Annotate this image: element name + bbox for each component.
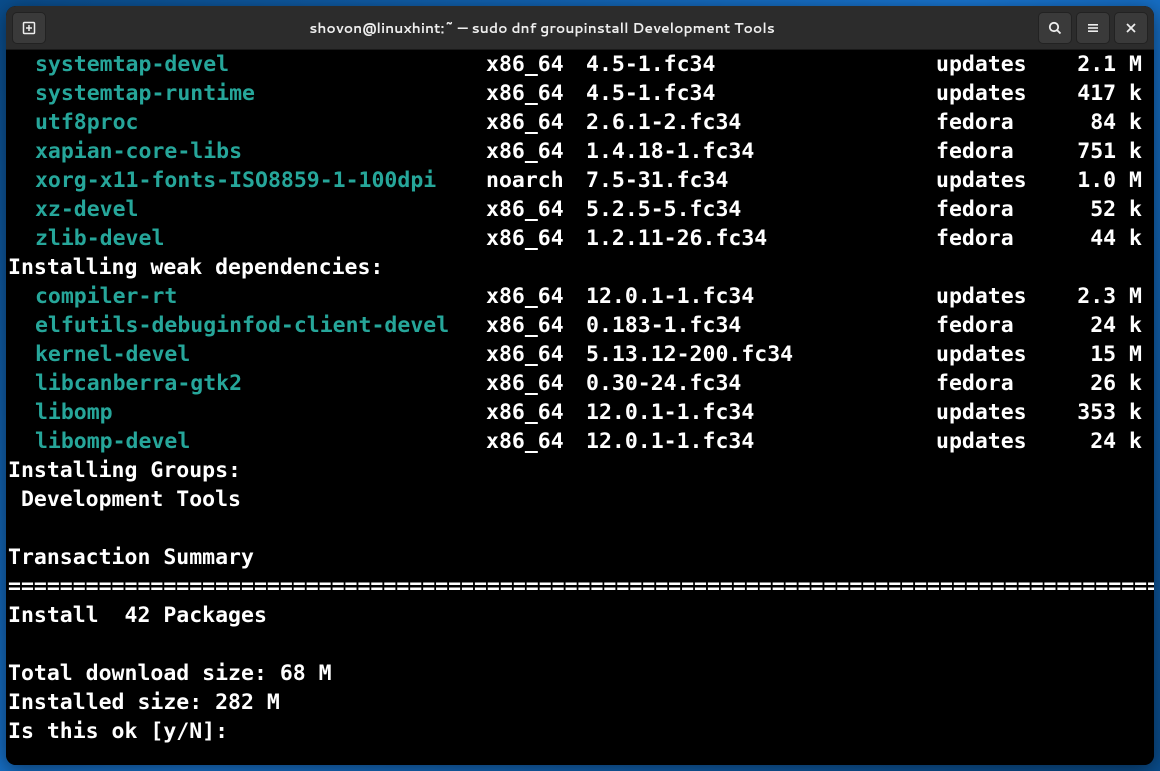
package-arch: x86_64 (486, 427, 586, 456)
package-arch: x86_64 (486, 79, 586, 108)
package-repo: updates (936, 427, 1046, 456)
package-repo: fedora (936, 137, 1046, 166)
package-repo: fedora (936, 108, 1046, 137)
package-name: compiler-rt (8, 282, 486, 311)
package-arch: x86_64 (486, 137, 586, 166)
package-version: 7.5-31.fc34 (586, 166, 936, 195)
package-repo: updates (936, 398, 1046, 427)
package-version: 4.5-1.fc34 (586, 79, 936, 108)
package-arch: x86_64 (486, 398, 586, 427)
terminal-content[interactable]: systemtap-develx86_644.5-1.fc34updates2.… (6, 50, 1154, 765)
package-version: 5.13.12-200.fc34 (586, 340, 936, 369)
package-repo: updates (936, 282, 1046, 311)
group-name: Development Tools (8, 485, 1154, 514)
package-repo: updates (936, 166, 1046, 195)
package-row: xorg-x11-fonts-ISO8859-1-100dpinoarch7.5… (8, 166, 1154, 195)
package-row: compiler-rtx86_6412.0.1-1.fc34updates2.3… (8, 282, 1154, 311)
package-row: systemtap-runtimex86_644.5-1.fc34updates… (8, 79, 1154, 108)
package-size: 26 k (1046, 369, 1154, 398)
download-size: Total download size: 68 M (8, 659, 1154, 688)
package-version: 4.5-1.fc34 (586, 50, 936, 79)
package-version: 12.0.1-1.fc34 (586, 427, 936, 456)
blank-line (8, 630, 1154, 659)
package-size: 24 k (1046, 311, 1154, 340)
package-row: elfutils-debuginfod-client-develx86_640.… (8, 311, 1154, 340)
package-size: 751 k (1046, 137, 1154, 166)
installed-size: Installed size: 282 M (8, 688, 1154, 717)
package-name: elfutils-debuginfod-client-devel (8, 311, 486, 340)
package-row: libcanberra-gtk2x86_640.30-24.fc34fedora… (8, 369, 1154, 398)
package-name: zlib-devel (8, 224, 486, 253)
package-row: zlib-develx86_641.2.11-26.fc34fedora 44 … (8, 224, 1154, 253)
package-version: 12.0.1-1.fc34 (586, 282, 936, 311)
package-version: 2.6.1-2.fc34 (586, 108, 936, 137)
package-arch: x86_64 (486, 108, 586, 137)
package-row: xz-develx86_645.2.5-5.fc34fedora 52 k (8, 195, 1154, 224)
menu-button[interactable] (1076, 12, 1110, 44)
close-button[interactable] (1114, 12, 1148, 44)
package-name: utf8proc (8, 108, 486, 137)
package-name: xapian-core-libs (8, 137, 486, 166)
package-size: 44 k (1046, 224, 1154, 253)
package-name: kernel-devel (8, 340, 486, 369)
package-row: utf8procx86_642.6.1-2.fc34fedora 84 k (8, 108, 1154, 137)
package-row: xapian-core-libsx86_641.4.18-1.fc34fedor… (8, 137, 1154, 166)
install-count: Install 42 Packages (8, 601, 1154, 630)
package-size: 52 k (1046, 195, 1154, 224)
package-arch: x86_64 (486, 50, 586, 79)
package-size: 2.3 M (1046, 282, 1154, 311)
package-size: 84 k (1046, 108, 1154, 137)
separator-line: ========================================… (8, 572, 1154, 601)
package-repo: updates (936, 79, 1046, 108)
package-name: xz-devel (8, 195, 486, 224)
package-version: 5.2.5-5.fc34 (586, 195, 936, 224)
package-row: systemtap-develx86_644.5-1.fc34updates2.… (8, 50, 1154, 79)
package-repo: fedora (936, 311, 1046, 340)
package-version: 12.0.1-1.fc34 (586, 398, 936, 427)
package-repo: fedora (936, 224, 1046, 253)
package-size: 2.1 M (1046, 50, 1154, 79)
search-button[interactable] (1038, 12, 1072, 44)
package-arch: noarch (486, 166, 586, 195)
package-size: 15 M (1046, 340, 1154, 369)
package-repo: fedora (936, 369, 1046, 398)
package-arch: x86_64 (486, 340, 586, 369)
window-title: shovon@linuxhint:~ — sudo dnf groupinsta… (46, 18, 1038, 38)
terminal-window: shovon@linuxhint:~ — sudo dnf groupinsta… (6, 6, 1154, 765)
package-version: 0.183-1.fc34 (586, 311, 936, 340)
new-tab-button[interactable] (12, 12, 46, 44)
package-arch: x86_64 (486, 224, 586, 253)
package-size: 417 k (1046, 79, 1154, 108)
blank-line (8, 514, 1154, 543)
package-version: 0.30-24.fc34 (586, 369, 936, 398)
package-name: libcanberra-gtk2 (8, 369, 486, 398)
summary-header: Transaction Summary (8, 543, 1154, 572)
package-repo: fedora (936, 195, 1046, 224)
package-row: kernel-develx86_645.13.12-200.fc34update… (8, 340, 1154, 369)
package-row: libomp-develx86_6412.0.1-1.fc34updates 2… (8, 427, 1154, 456)
package-arch: x86_64 (486, 282, 586, 311)
package-repo: updates (936, 50, 1046, 79)
package-name: libomp (8, 398, 486, 427)
confirm-prompt: Is this ok [y/N]: (8, 717, 1154, 746)
package-arch: x86_64 (486, 195, 586, 224)
titlebar: shovon@linuxhint:~ — sudo dnf groupinsta… (6, 6, 1154, 50)
groups-header: Installing Groups: (8, 456, 1154, 485)
package-name: systemtap-devel (8, 50, 486, 79)
package-size: 1.0 M (1046, 166, 1154, 195)
package-name: xorg-x11-fonts-ISO8859-1-100dpi (8, 166, 486, 195)
package-size: 24 k (1046, 427, 1154, 456)
package-row: libompx86_6412.0.1-1.fc34updates353 k (8, 398, 1154, 427)
package-name: libomp-devel (8, 427, 486, 456)
package-version: 1.2.11-26.fc34 (586, 224, 936, 253)
weak-deps-header: Installing weak dependencies: (8, 253, 1154, 282)
package-repo: updates (936, 340, 1046, 369)
package-size: 353 k (1046, 398, 1154, 427)
package-name: systemtap-runtime (8, 79, 486, 108)
package-arch: x86_64 (486, 311, 586, 340)
package-version: 1.4.18-1.fc34 (586, 137, 936, 166)
package-arch: x86_64 (486, 369, 586, 398)
